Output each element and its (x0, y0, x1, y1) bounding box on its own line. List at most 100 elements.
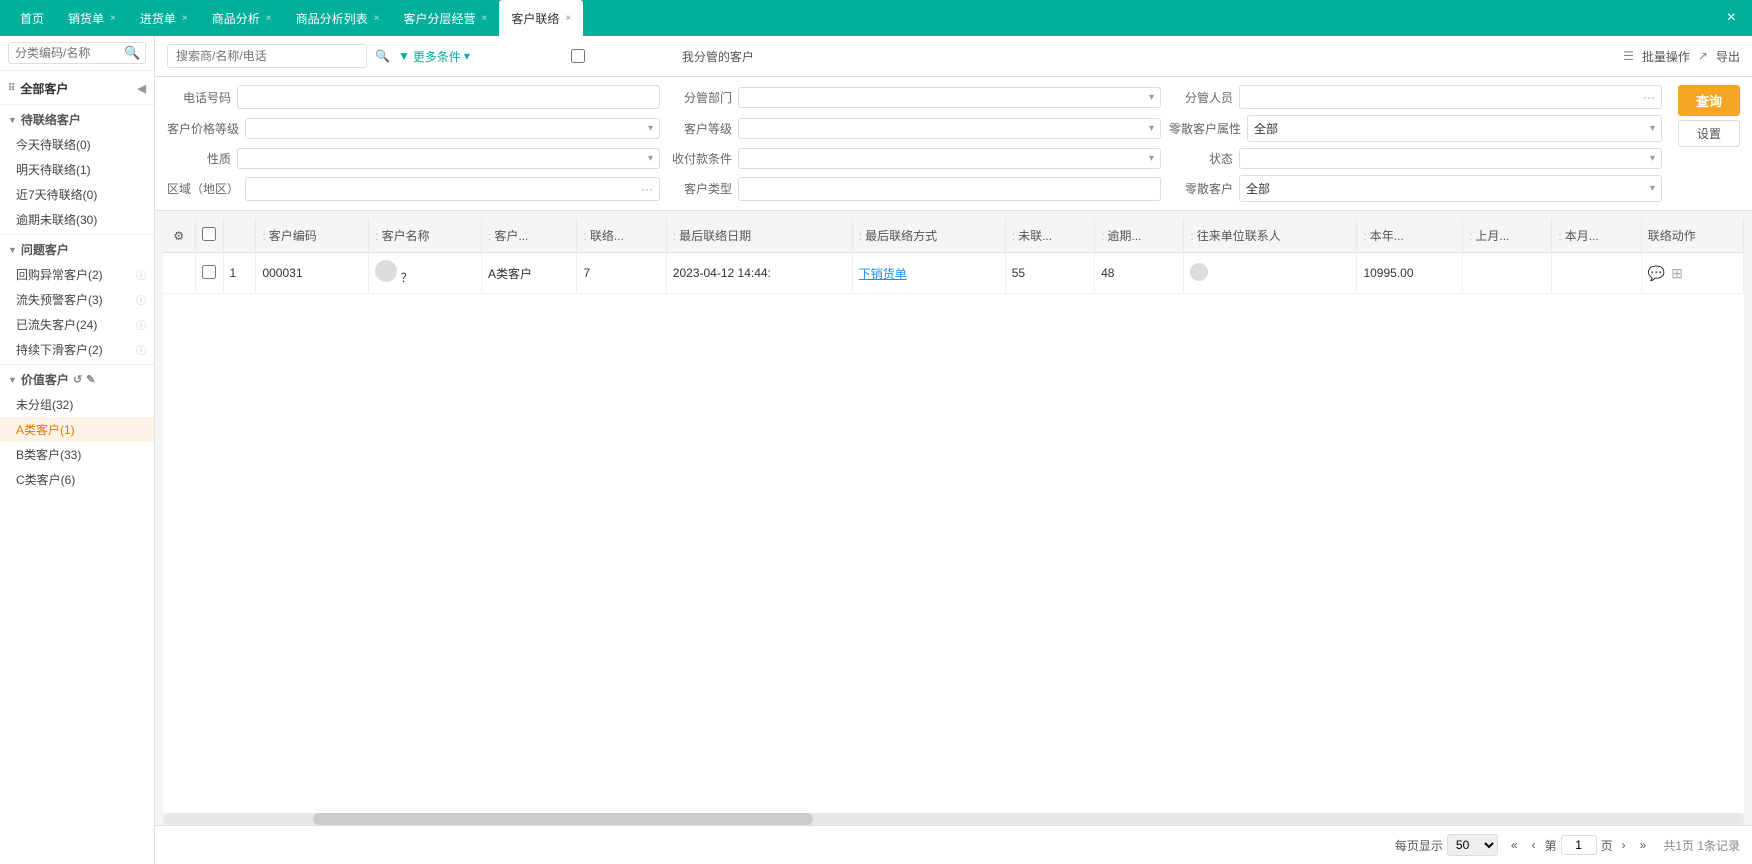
sidebar-search-icon[interactable]: 🔍 (124, 45, 140, 61)
page-input[interactable] (1561, 835, 1597, 855)
td-code[interactable]: 000031 (256, 253, 369, 294)
contact-method-link[interactable]: 下销货单 (859, 267, 907, 281)
dept-select[interactable]: ▾ (738, 87, 1161, 108)
next-page-button[interactable]: › (1617, 836, 1631, 854)
retail-attr-select[interactable]: 全部 ▾ (1247, 115, 1662, 142)
payment-select[interactable]: ▾ (738, 148, 1161, 169)
th-gear[interactable]: ⚙ (163, 219, 195, 253)
action-icon-message[interactable]: 💬 (1648, 265, 1665, 282)
close-product-analysis-list-tab[interactable]: × (374, 13, 380, 24)
scrollbar-track (163, 813, 1744, 825)
refresh-icon[interactable]: ↺ (73, 373, 82, 386)
region-input[interactable]: ··· (245, 177, 660, 201)
nav-tab-home[interactable]: 首页 (8, 0, 56, 36)
close-customer-contact-tab[interactable]: × (565, 13, 571, 24)
sidebar-item-class-c[interactable]: C类客户(6) (0, 467, 154, 492)
customer-level-chevron: ▾ (1149, 123, 1154, 134)
horizontal-scrollbar[interactable] (163, 813, 1744, 825)
group-problem-customers[interactable]: ▼ 问题客户 (0, 237, 154, 262)
nav-tab-customer-segment[interactable]: 客户分层经营 × (391, 0, 499, 36)
filter-field-customer-type: 客户类型 (668, 177, 1161, 201)
scrollbar-thumb[interactable] (313, 813, 813, 825)
close-customer-segment-tab[interactable]: × (481, 13, 487, 24)
td-last-contact-method[interactable]: 下销货单 (852, 253, 1005, 294)
nav-tab-product-analysis-list[interactable]: 商品分析列表 × (284, 0, 392, 36)
sidebar-item-churn-warning[interactable]: 流失预警客户(3) ⓘ (0, 287, 154, 312)
sidebar-item-tomorrow-pending[interactable]: 明天待联络(1) (0, 157, 154, 182)
th-contact[interactable]: :联络... (577, 219, 666, 253)
close-product-analysis-tab[interactable]: × (266, 13, 272, 24)
close-all-tabs[interactable]: × (1719, 9, 1744, 27)
prev-page-button[interactable]: ‹ (1527, 836, 1541, 854)
filter-search-icon[interactable]: 🔍 (375, 49, 390, 63)
th-this-month[interactable]: :本月... (1552, 219, 1641, 253)
nav-tab-sales[interactable]: 销货单 × (56, 0, 128, 36)
sidebar-item-declining-customers[interactable]: 持续下滑客户(2) ⓘ (0, 337, 154, 362)
sidebar-root-all-customers[interactable]: ⠿ 全部客户 ◀ (0, 75, 154, 102)
sidebar-item-class-b[interactable]: B类客户(33) (0, 442, 154, 467)
sidebar-item-today-pending[interactable]: 今天待联络(0) (0, 132, 154, 157)
customer-level-select[interactable]: ▾ (738, 118, 1161, 139)
phone-input[interactable] (237, 85, 660, 109)
th-overdue[interactable]: :逾期... (1095, 219, 1184, 253)
th-customer-type[interactable]: :客户... (482, 219, 577, 253)
th-last-month[interactable]: :上月... (1463, 219, 1552, 253)
all-customers-label: 全部客户 (20, 80, 68, 97)
query-button[interactable]: 查询 (1678, 85, 1740, 116)
nature-select[interactable]: ▾ (237, 148, 660, 169)
export-label[interactable]: 导出 (1716, 48, 1740, 65)
nav-tab-product-analysis[interactable]: 商品分析 × (200, 0, 284, 36)
th-unit-contact[interactable]: :往来单位联系人 (1184, 219, 1357, 253)
status-select[interactable]: ▾ (1239, 148, 1662, 169)
my-customers-check[interactable] (478, 49, 678, 63)
td-customer-type: A类客户 (482, 253, 577, 294)
nav-tab-purchase[interactable]: 进货单 × (128, 0, 200, 36)
retail-customer-chevron: ▾ (1650, 183, 1655, 194)
sidebar-item-lost-customers[interactable]: 已流失客户(24) ⓘ (0, 312, 154, 337)
th-checkbox[interactable] (195, 219, 223, 253)
more-filter-button[interactable]: ▼ 更多条件 ▾ (398, 48, 470, 65)
batch-ops-label[interactable]: 批量操作 (1642, 48, 1690, 65)
first-page-button[interactable]: « (1506, 836, 1523, 854)
close-sales-tab[interactable]: × (110, 13, 116, 24)
filter-field-retail-customer: 零散客户 全部 ▾ (1169, 175, 1662, 202)
per-page-select[interactable]: 50 100 200 (1447, 834, 1498, 856)
search-input[interactable] (167, 44, 367, 68)
filter-field-price-level: 客户价格等级 ▾ (167, 118, 660, 139)
value-customers-label: 价值客户 (21, 371, 69, 388)
customer-type-input[interactable] (738, 177, 1161, 201)
sidebar-item-ungrouped[interactable]: 未分组(32) (0, 392, 154, 417)
select-all-checkbox[interactable] (202, 227, 216, 241)
settings-button[interactable]: 设置 (1678, 120, 1740, 147)
sidebar-item-class-a[interactable]: A类客户(1) (0, 417, 154, 442)
row-checkbox[interactable] (202, 265, 216, 279)
th-code[interactable]: :客户编码 (256, 219, 369, 253)
group-pending-contact-label: 待联络客户 (21, 111, 81, 128)
sidebar-item-overdue-contact[interactable]: 逾期未联络(30) (0, 207, 154, 232)
person-input[interactable]: ··· (1239, 85, 1662, 109)
th-last-contact-date[interactable]: :最后联络日期 (666, 219, 852, 253)
sidebar-item-7days-pending[interactable]: 近7天待联络(0) (0, 182, 154, 207)
sidebar-item-abnormal-repurchase[interactable]: 回购异常客户(2) ⓘ (0, 262, 154, 287)
edit-icon[interactable]: ✎ (86, 373, 95, 386)
th-name[interactable]: :客户名称 (369, 219, 482, 253)
dept-label: 分管部门 (668, 89, 738, 106)
my-customers-checkbox[interactable]: 我分管的客户 (478, 48, 754, 65)
td-checkbox[interactable] (195, 253, 223, 294)
retail-customer-select[interactable]: 全部 ▾ (1239, 175, 1662, 202)
collapse-icon[interactable]: ◀ (138, 82, 146, 95)
filter-row-4: 区域（地区） ··· 客户类型 零散客户 全部 (167, 175, 1662, 202)
th-this-year[interactable]: :本年... (1357, 219, 1463, 253)
last-page-button[interactable]: » (1635, 836, 1652, 854)
group-pending-contact[interactable]: ▼ 待联络客户 (0, 107, 154, 132)
customer-name: ？ (401, 271, 413, 285)
th-last-contact-method[interactable]: :最后联络方式 (852, 219, 1005, 253)
th-no-contact[interactable]: :未联... (1005, 219, 1094, 253)
close-purchase-tab[interactable]: × (182, 13, 188, 24)
action-icon-more[interactable]: ⊞ (1671, 265, 1683, 282)
td-no-contact: 55 (1005, 253, 1094, 294)
nav-tab-customer-contact[interactable]: 客户联络 × (499, 0, 583, 36)
batch-ops-icon: ☰ (1623, 49, 1634, 63)
price-level-select[interactable]: ▾ (245, 118, 660, 139)
status-label: 状态 (1169, 150, 1239, 167)
